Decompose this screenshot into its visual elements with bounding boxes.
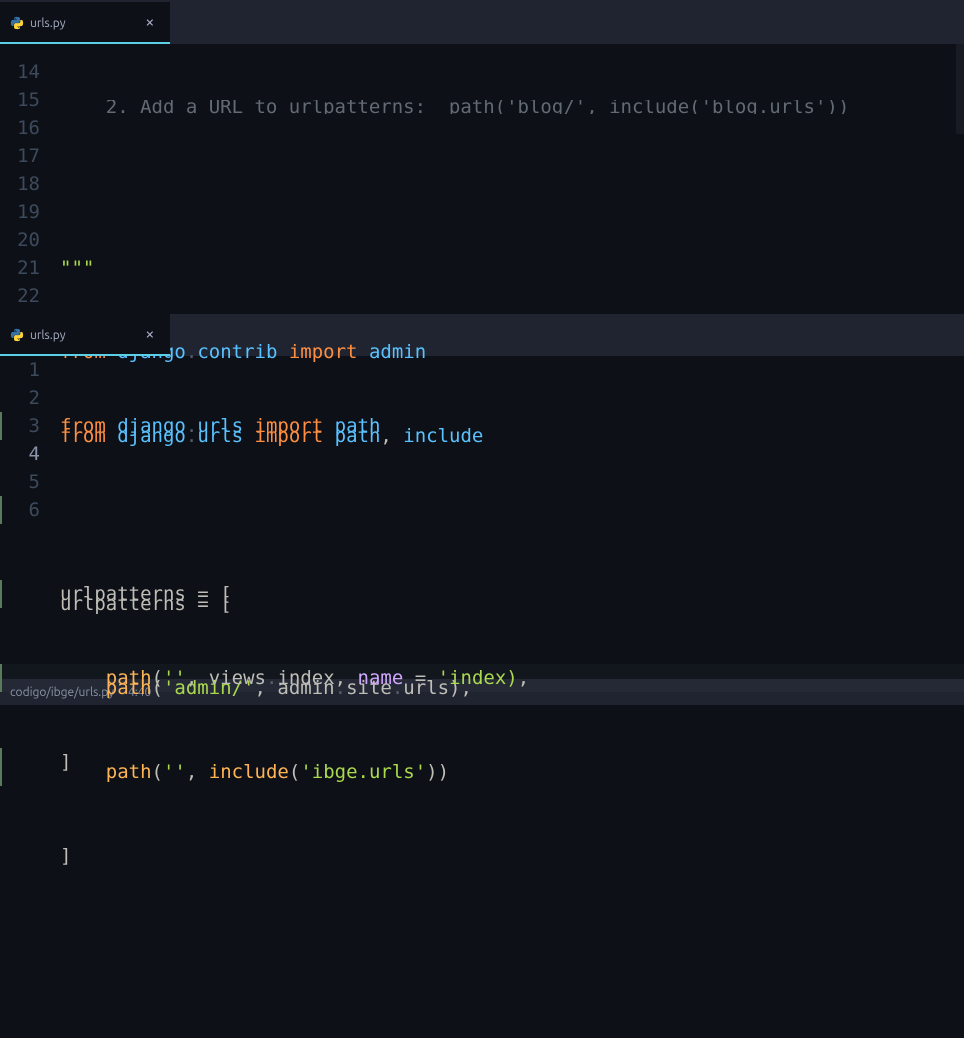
code-line[interactable]: urlpatterns = [ bbox=[60, 580, 964, 608]
code-line-current[interactable]: path('', views.index, name = 'index), bbox=[60, 664, 964, 692]
git-change-marker bbox=[0, 664, 2, 692]
code-line[interactable] bbox=[60, 926, 964, 954]
partial-line-top: 2. Add a URL to urlpatterns: path('blog/… bbox=[60, 100, 964, 114]
tab-label: urls.py bbox=[30, 17, 138, 30]
code-editor-top[interactable]: 14 15 16 17 18 19 20 21 22 23 2. Add a U… bbox=[0, 44, 964, 314]
code-line[interactable]: """ bbox=[60, 254, 964, 282]
editor-pane-bottom: urls.py × 1 2 3 4 5 6 from django.urls i… bbox=[0, 314, 964, 621]
git-change-marker bbox=[0, 412, 2, 440]
tab-label: urls.py bbox=[30, 329, 138, 342]
code-line[interactable] bbox=[60, 496, 964, 524]
scrollbar[interactable] bbox=[954, 44, 964, 314]
tab-bar-top: urls.py × bbox=[0, 2, 964, 44]
code-line[interactable] bbox=[60, 832, 964, 860]
code-content-top[interactable]: 2. Add a URL to urlpatterns: path('blog/… bbox=[60, 44, 964, 314]
code-line[interactable]: from django.urls import path bbox=[60, 412, 964, 440]
python-icon bbox=[10, 328, 24, 342]
code-line[interactable] bbox=[60, 170, 964, 198]
code-editor-bottom[interactable]: 1 2 3 4 5 6 from django.urls import path… bbox=[0, 356, 964, 621]
git-change-marker bbox=[0, 580, 2, 608]
line-gutter: 14 15 16 17 18 19 20 21 22 23 bbox=[0, 44, 60, 314]
scroll-thumb[interactable] bbox=[956, 44, 964, 134]
git-change-marker bbox=[0, 748, 2, 776]
close-icon[interactable]: × bbox=[144, 327, 156, 343]
close-icon[interactable]: × bbox=[144, 15, 156, 31]
tab-urls-bottom[interactable]: urls.py × bbox=[0, 314, 170, 356]
code-content-bottom[interactable]: from django.urls import path urlpatterns… bbox=[60, 356, 964, 621]
tab-urls-top[interactable]: urls.py × bbox=[0, 2, 170, 44]
git-change-marker bbox=[0, 496, 2, 524]
editor-pane-top: urls.py × 14 15 16 17 18 19 20 21 22 23 … bbox=[0, 2, 964, 314]
line-gutter: 1 2 3 4 5 6 bbox=[0, 356, 60, 621]
python-icon bbox=[10, 16, 24, 30]
code-line[interactable]: ] bbox=[60, 748, 964, 776]
